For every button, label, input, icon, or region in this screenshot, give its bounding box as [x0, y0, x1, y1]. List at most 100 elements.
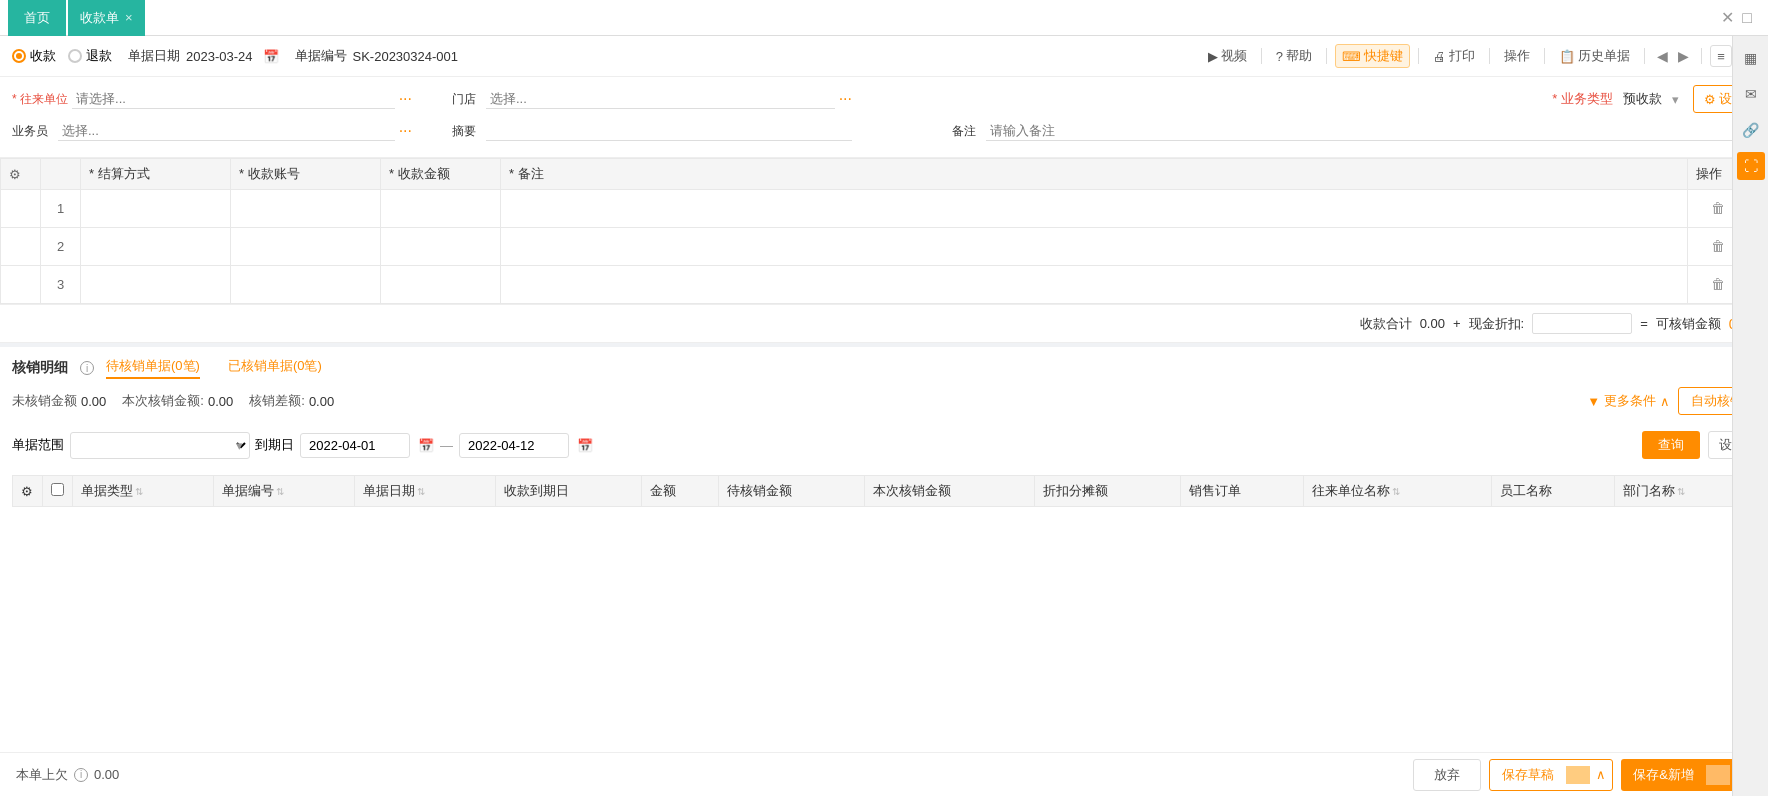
row1-delete-icon[interactable]: 🗑 — [1708, 200, 1728, 216]
main-container: 收款 退款 单据日期 2023-03-24 📅 单据编号 SK-20230324… — [0, 36, 1768, 796]
video-btn[interactable]: ▶ 视频 — [1202, 45, 1253, 67]
divider3 — [1418, 48, 1419, 64]
col-settle-header: * 结算方式 — [81, 159, 231, 190]
row3-amount[interactable] — [381, 266, 501, 304]
query-btn[interactable]: 查询 — [1642, 431, 1700, 459]
diff-stat: 核销差额: 0.00 — [249, 392, 334, 410]
row2-settle[interactable] — [81, 228, 231, 266]
row3-settle[interactable] — [81, 266, 231, 304]
row3-account[interactable] — [231, 266, 381, 304]
partner-label: * 往来单位 — [12, 91, 68, 108]
verification-actions: ▼ 更多条件 ∧ 自动核销 — [1587, 387, 1756, 415]
current-stat: 本次核销金额: 0.00 — [122, 392, 233, 410]
radio-refund[interactable]: 退款 — [68, 47, 112, 65]
dropdown-arrow-icon[interactable]: ▾ — [1672, 92, 1679, 107]
row2-remark[interactable] — [501, 228, 1688, 266]
radio-receive[interactable]: 收款 — [12, 47, 56, 65]
tab-pending[interactable]: 待核销单据(0笔) — [106, 357, 200, 379]
partner-input[interactable] — [72, 89, 395, 109]
due-date-to-input[interactable] — [459, 433, 569, 458]
sidebar-table-icon[interactable]: ▦ — [1737, 44, 1765, 72]
tab-close-icon[interactable]: × — [125, 10, 133, 25]
save-draft-arrow-icon[interactable]: ∧ — [1590, 767, 1612, 782]
abandon-btn[interactable]: 放弃 — [1413, 759, 1481, 791]
col-num-header — [41, 159, 81, 190]
row3-delete-icon[interactable]: 🗑 — [1708, 276, 1728, 292]
row2-delete-icon[interactable]: 🗑 — [1708, 238, 1728, 254]
info-circle-icon[interactable]: i — [74, 768, 88, 782]
row1-settle[interactable] — [81, 190, 231, 228]
col-recv-due-header: 收款到期日 — [495, 476, 641, 507]
cal-from-icon[interactable]: 📅 — [418, 438, 434, 453]
tab-home[interactable]: 首页 — [8, 0, 66, 36]
code-label: 单据编号 — [295, 47, 347, 65]
table-row: 1 🗑 ⧉ — [1, 190, 1768, 228]
more-conditions-btn[interactable]: ▼ 更多条件 ∧ — [1587, 392, 1670, 410]
radio-group: 收款 退款 — [12, 47, 112, 65]
remark-input[interactable] — [986, 121, 1756, 141]
row3-remark[interactable] — [501, 266, 1688, 304]
partner-field: * 往来单位 ··· — [12, 89, 412, 109]
due-date-from-input[interactable] — [300, 433, 410, 458]
filter-range-select[interactable] — [70, 432, 250, 459]
bottom-bar: 本单上欠 i 0.00 放弃 保存草稿 ∧ 保存&新增 ∧ — [0, 752, 1768, 796]
partner-more-icon[interactable]: ··· — [399, 90, 412, 108]
tab-active[interactable]: 收款单 × — [68, 0, 145, 36]
row2-account[interactable] — [231, 228, 381, 266]
nav-prev[interactable]: ◀ — [1653, 46, 1672, 66]
calendar-icon[interactable]: 📅 — [263, 49, 279, 64]
chevron-up-icon: ∧ — [1660, 394, 1670, 409]
select-all-checkbox[interactable] — [51, 483, 64, 496]
shop-more-icon[interactable]: ··· — [839, 90, 852, 108]
nav-arrows: ◀ ▶ — [1653, 46, 1693, 66]
discount-input[interactable] — [1532, 313, 1632, 334]
row2-amount[interactable] — [381, 228, 501, 266]
shortcut-btn[interactable]: ⌨ 快捷键 — [1335, 44, 1410, 68]
col-staff-name-header: 员工名称 — [1491, 476, 1614, 507]
date-value: 2023-03-24 — [186, 49, 253, 64]
col-pending-verify-header: 待核销金额 — [719, 476, 865, 507]
gear-bottom-icon[interactable]: ⚙ — [21, 484, 33, 499]
uncleared-label: 未核销金额 — [12, 392, 77, 410]
verification-info-icon[interactable]: i — [80, 361, 94, 375]
shop-label: 门店 — [452, 91, 476, 108]
layout-list[interactable]: ≡ — [1710, 45, 1732, 67]
business-type-value: 预收款 — [1623, 90, 1662, 108]
window-max-btn[interactable]: □ — [1742, 9, 1752, 27]
radio-dot-receive — [12, 49, 26, 63]
bottom-info: 本单上欠 i 0.00 — [16, 766, 119, 784]
col-amount-header: * 收款金额 — [381, 159, 501, 190]
history-btn[interactable]: 📋 历史单据 — [1553, 45, 1636, 67]
total-label: 收款合计 — [1360, 315, 1412, 333]
window-close-btn[interactable]: ✕ — [1721, 8, 1734, 27]
divider7 — [1701, 48, 1702, 64]
sidebar-screen-icon[interactable]: ⛶ — [1737, 152, 1765, 180]
save-draft-btn[interactable]: 保存草稿 ∧ — [1489, 759, 1613, 791]
row1-amount[interactable] — [381, 190, 501, 228]
sidebar-mail-icon[interactable]: ✉ — [1737, 80, 1765, 108]
operation-btn[interactable]: 操作 — [1498, 45, 1536, 67]
print-btn[interactable]: 🖨 打印 — [1427, 45, 1481, 67]
verification-header: 核销明细 i 待核销单据(0笔) 已核销单据(0笔) — [12, 357, 1756, 379]
table-gear-icon[interactable]: ⚙ — [9, 167, 21, 182]
tab-done[interactable]: 已核销单据(0笔) — [228, 357, 322, 379]
sidebar-link-icon[interactable]: 🔗 — [1737, 116, 1765, 144]
summary-input[interactable] — [486, 121, 852, 141]
verification-stats: 未核销金额 0.00 本次核销金额: 0.00 核销差额: 0.00 ▼ 更多条… — [12, 387, 1756, 415]
plus-label: + — [1453, 316, 1461, 331]
nav-next[interactable]: ▶ — [1674, 46, 1693, 66]
row1-remark[interactable] — [501, 190, 1688, 228]
help-btn[interactable]: ? 帮助 — [1270, 45, 1318, 67]
video-icon: ▶ — [1208, 49, 1218, 64]
diff-label: 核销差额: — [249, 392, 305, 410]
staff-more-icon[interactable]: ··· — [399, 122, 412, 140]
equals-label: = — [1640, 316, 1648, 331]
form-area: * 往来单位 ··· 门店 ··· * 业务类型 预收款 ▾ ⚙ 设置 — [0, 77, 1768, 158]
staff-input[interactable] — [58, 121, 395, 141]
row1-account[interactable] — [231, 190, 381, 228]
tab-bar: 首页 收款单 × ✕ □ — [0, 0, 1768, 36]
shop-input[interactable] — [486, 89, 835, 109]
verifiable-label: 可核销金额 — [1656, 315, 1721, 333]
business-type-field: * 业务类型 预收款 ▾ ⚙ 设置 — [1552, 85, 1756, 113]
cal-to-icon[interactable]: 📅 — [577, 438, 593, 453]
